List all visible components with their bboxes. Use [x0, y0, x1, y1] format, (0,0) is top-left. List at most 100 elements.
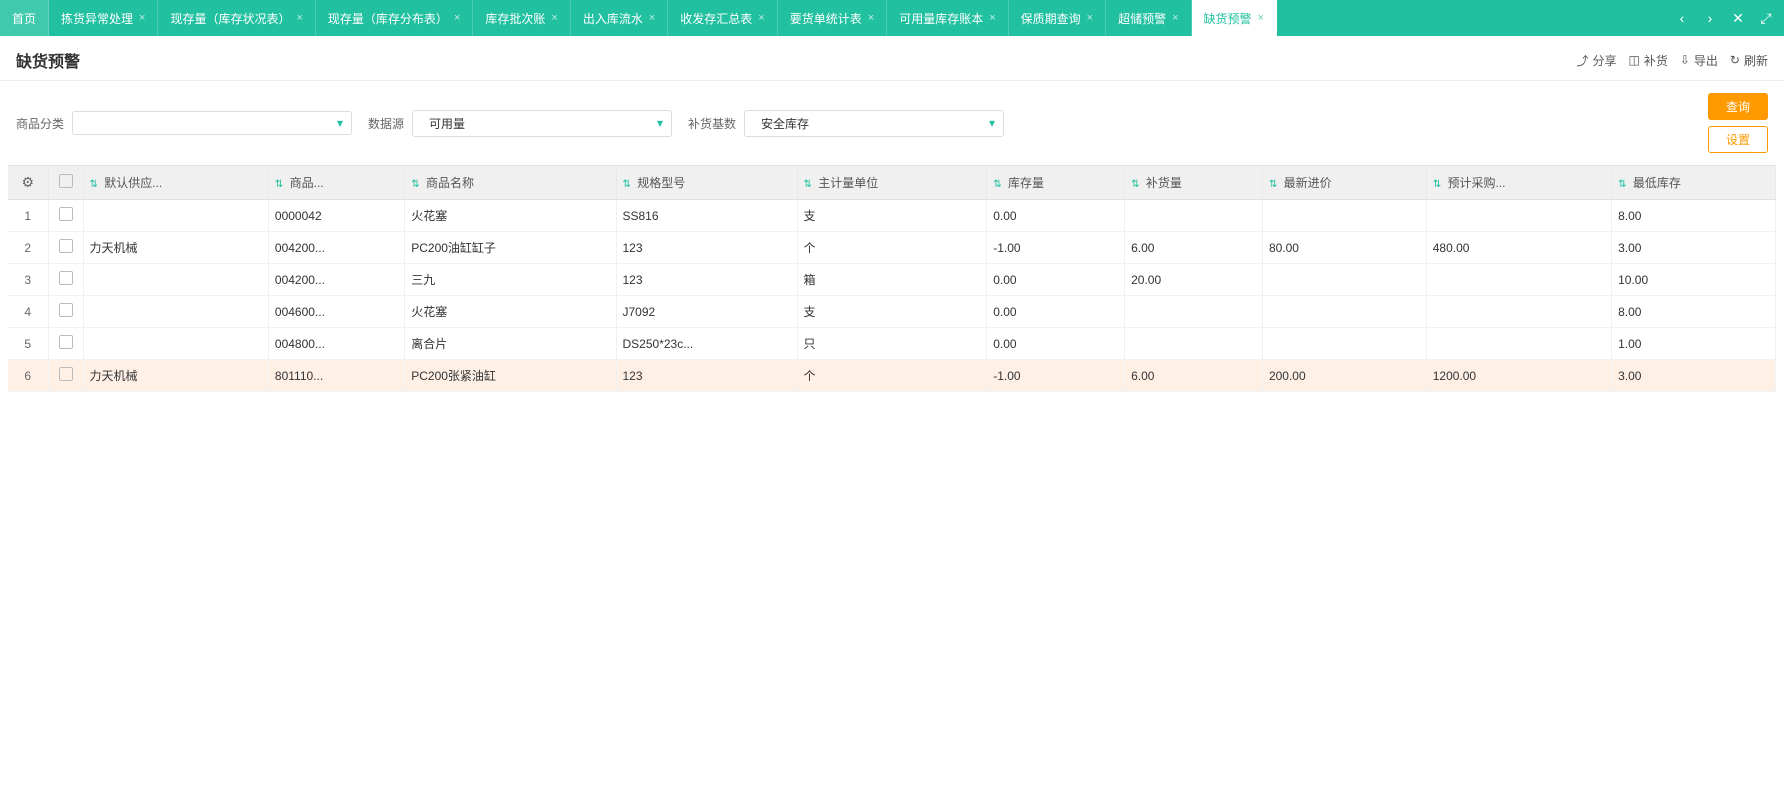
row-product-code: 0000042 — [268, 200, 404, 232]
nav-next-button[interactable]: › — [1696, 4, 1724, 32]
column-supplement[interactable]: ⇅ 补货量 — [1125, 166, 1263, 200]
row-checkbox[interactable] — [59, 239, 73, 253]
row-spec: J7092 — [616, 296, 797, 328]
row-checkbox-cell[interactable] — [48, 360, 83, 392]
column-product-name[interactable]: ⇅ 商品名称 — [405, 166, 616, 200]
row-index: 1 — [8, 200, 48, 232]
chevron-down-icon: ▾ — [337, 116, 343, 130]
query-button[interactable]: 查询 — [1708, 93, 1768, 120]
supplement-base-value: 安全库存 — [761, 115, 809, 132]
table-row: 5 004800... 离合片 DS250*23c... 只 0.00 1.00 — [8, 328, 1776, 360]
row-checkbox[interactable] — [59, 303, 73, 317]
category-select[interactable]: ▾ — [72, 111, 352, 135]
close-icon[interactable]: × — [649, 12, 655, 24]
datasource-filter-group: 数据源 可用量 ▾ — [368, 110, 672, 137]
row-checkbox-cell[interactable] — [48, 232, 83, 264]
row-product-name: PC200油缸缸子 — [405, 232, 616, 264]
row-min-stock: 8.00 — [1612, 200, 1776, 232]
column-product-code[interactable]: ⇅ 商品... — [268, 166, 404, 200]
row-product-code: 004800... — [268, 328, 404, 360]
nav-prev-button[interactable]: ‹ — [1668, 4, 1696, 32]
category-filter-group: 商品分类 ▾ — [16, 111, 352, 135]
tab-expiry[interactable]: 保质期查询 × — [1009, 0, 1106, 36]
export-button[interactable]: ⇩ 导出 — [1680, 52, 1718, 69]
column-stock[interactable]: ⇅ 库存量 — [987, 166, 1125, 200]
gear-icon[interactable]: ⚙ — [21, 174, 34, 190]
page-title: 缺货预警 — [16, 48, 80, 72]
column-supplier[interactable]: ⇅ 默认供应... — [83, 166, 268, 200]
row-product-name: 三九 — [405, 264, 616, 296]
row-stock: 0.00 — [987, 296, 1125, 328]
column-gear[interactable]: ⚙ — [8, 166, 48, 200]
close-icon[interactable]: × — [868, 12, 874, 24]
row-product-code: 801110... — [268, 360, 404, 392]
close-icon[interactable]: × — [989, 12, 995, 24]
close-icon[interactable]: × — [454, 12, 460, 24]
close-icon[interactable]: × — [1172, 12, 1178, 24]
column-estimated-purchase[interactable]: ⇅ 预计采购... — [1426, 166, 1611, 200]
table-container: ⚙ ⇅ 默认供应... ⇅ 商品... ⇅ 商品名称 — [0, 165, 1784, 392]
tab-pick-exception[interactable]: 拣货异常处理 × — [49, 0, 158, 36]
row-unit: 箱 — [797, 264, 987, 296]
supplement-button[interactable]: ◫ 补货 — [1628, 52, 1667, 69]
row-index: 3 — [8, 264, 48, 296]
close-icon[interactable]: × — [1258, 12, 1264, 24]
shortage-table: ⚙ ⇅ 默认供应... ⇅ 商品... ⇅ 商品名称 — [8, 165, 1776, 392]
row-supplement: 6.00 — [1125, 232, 1263, 264]
close-icon[interactable]: × — [139, 12, 145, 24]
row-checkbox[interactable] — [59, 367, 73, 381]
supplement-base-select[interactable]: 安全库存 ▾ — [744, 110, 1004, 137]
nav-controls: ‹ › ✕ ⤢ — [1668, 0, 1784, 36]
tab-flow[interactable]: 出入库流水 × — [571, 0, 668, 36]
nav-close-button[interactable]: ✕ — [1724, 4, 1752, 32]
sort-icon: ⇅ — [90, 179, 98, 190]
row-checkbox-cell[interactable] — [48, 296, 83, 328]
nav-expand-button[interactable]: ⤢ — [1752, 4, 1780, 32]
close-icon[interactable]: × — [758, 12, 764, 24]
row-supplement — [1125, 200, 1263, 232]
row-supplement: 6.00 — [1125, 360, 1263, 392]
row-checkbox-cell[interactable] — [48, 328, 83, 360]
row-checkbox[interactable] — [59, 335, 73, 349]
column-unit[interactable]: ⇅ 主计量单位 — [797, 166, 987, 200]
close-icon[interactable]: × — [551, 12, 557, 24]
row-spec: 123 — [616, 232, 797, 264]
row-checkbox[interactable] — [59, 271, 73, 285]
row-checkbox-cell[interactable] — [48, 264, 83, 296]
tab-overstock[interactable]: 超储预警 × — [1106, 0, 1191, 36]
row-latest-price: 80.00 — [1262, 232, 1426, 264]
category-label: 商品分类 — [16, 115, 64, 132]
column-checkbox[interactable] — [48, 166, 83, 200]
tab-stock-dist[interactable]: 现存量（库存分布表） × — [316, 0, 473, 36]
row-estimated-purchase — [1426, 296, 1611, 328]
sort-icon: ⇅ — [1618, 179, 1626, 190]
row-stock: -1.00 — [987, 232, 1125, 264]
tab-batch-account[interactable]: 库存批次账 × — [473, 0, 570, 36]
tab-stock-status[interactable]: 现存量（库存状况表） × — [158, 0, 315, 36]
datasource-select[interactable]: 可用量 ▾ — [412, 110, 672, 137]
column-latest-price[interactable]: ⇅ 最新进价 — [1262, 166, 1426, 200]
column-min-stock[interactable]: ⇅ 最低库存 — [1612, 166, 1776, 200]
close-icon[interactable]: × — [296, 12, 302, 24]
header-actions: ⤴ 分享 ◫ 补货 ⇩ 导出 ↻ 刷新 — [1576, 52, 1768, 69]
tab-available-stock[interactable]: 可用量库存账本 × — [887, 0, 1008, 36]
tab-order-stats[interactable]: 要货单统计表 × — [778, 0, 887, 36]
tab-summary[interactable]: 收发存汇总表 × — [668, 0, 777, 36]
row-unit: 支 — [797, 200, 987, 232]
close-icon[interactable]: × — [1087, 12, 1093, 24]
row-index: 4 — [8, 296, 48, 328]
tab-shortage[interactable]: 缺货预警 × — [1192, 0, 1277, 36]
column-spec[interactable]: ⇅ 规格型号 — [616, 166, 797, 200]
row-supplier: 力天机械 — [83, 232, 268, 264]
sort-icon: ⇅ — [804, 179, 812, 190]
select-all-checkbox[interactable] — [59, 174, 73, 188]
row-spec: 123 — [616, 264, 797, 296]
table-header-row: ⚙ ⇅ 默认供应... ⇅ 商品... ⇅ 商品名称 — [8, 166, 1776, 200]
row-checkbox[interactable] — [59, 207, 73, 221]
tab-home[interactable]: 首页 — [0, 0, 49, 36]
row-checkbox-cell[interactable] — [48, 200, 83, 232]
share-button[interactable]: ⤴ 分享 — [1576, 52, 1616, 69]
settings-button[interactable]: 设置 — [1708, 126, 1768, 153]
refresh-button[interactable]: ↻ 刷新 — [1730, 52, 1768, 69]
sort-icon: ⇅ — [1433, 179, 1441, 190]
